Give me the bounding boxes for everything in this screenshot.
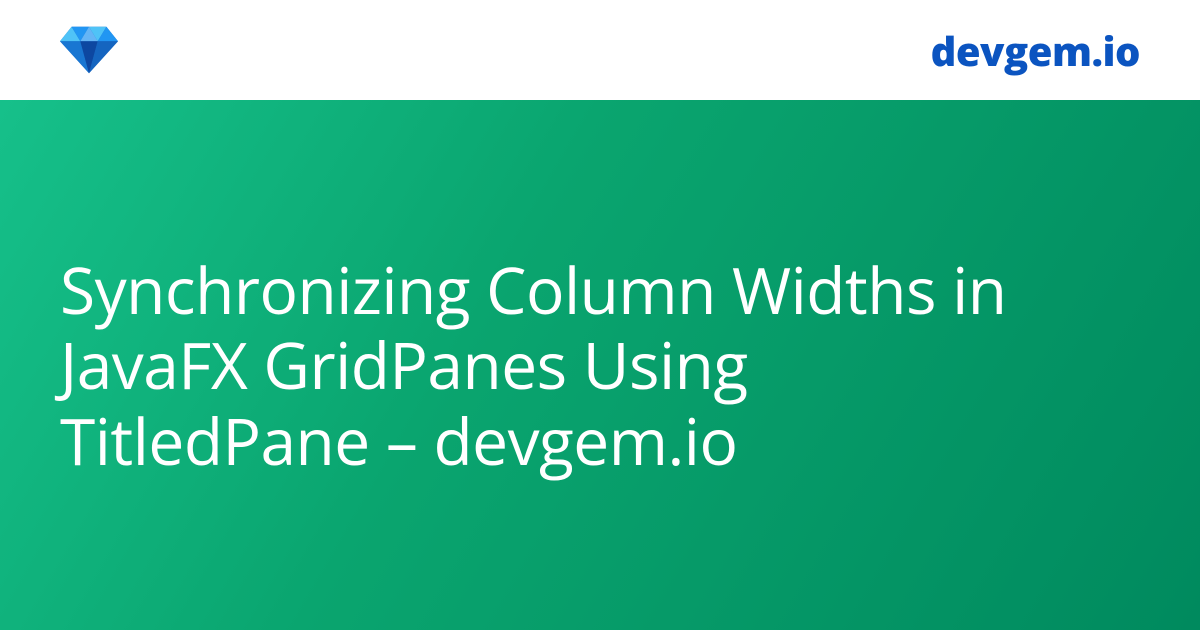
gem-icon [60, 26, 118, 74]
header: devgem.io [0, 0, 1200, 100]
page: devgem.io Synchronizing Column Widths in… [0, 0, 1200, 630]
brand-name: devgem.io [931, 23, 1140, 78]
hero: Synchronizing Column Widths in JavaFX Gr… [0, 100, 1200, 630]
page-title: Synchronizing Column Widths in JavaFX Gr… [60, 252, 1020, 479]
